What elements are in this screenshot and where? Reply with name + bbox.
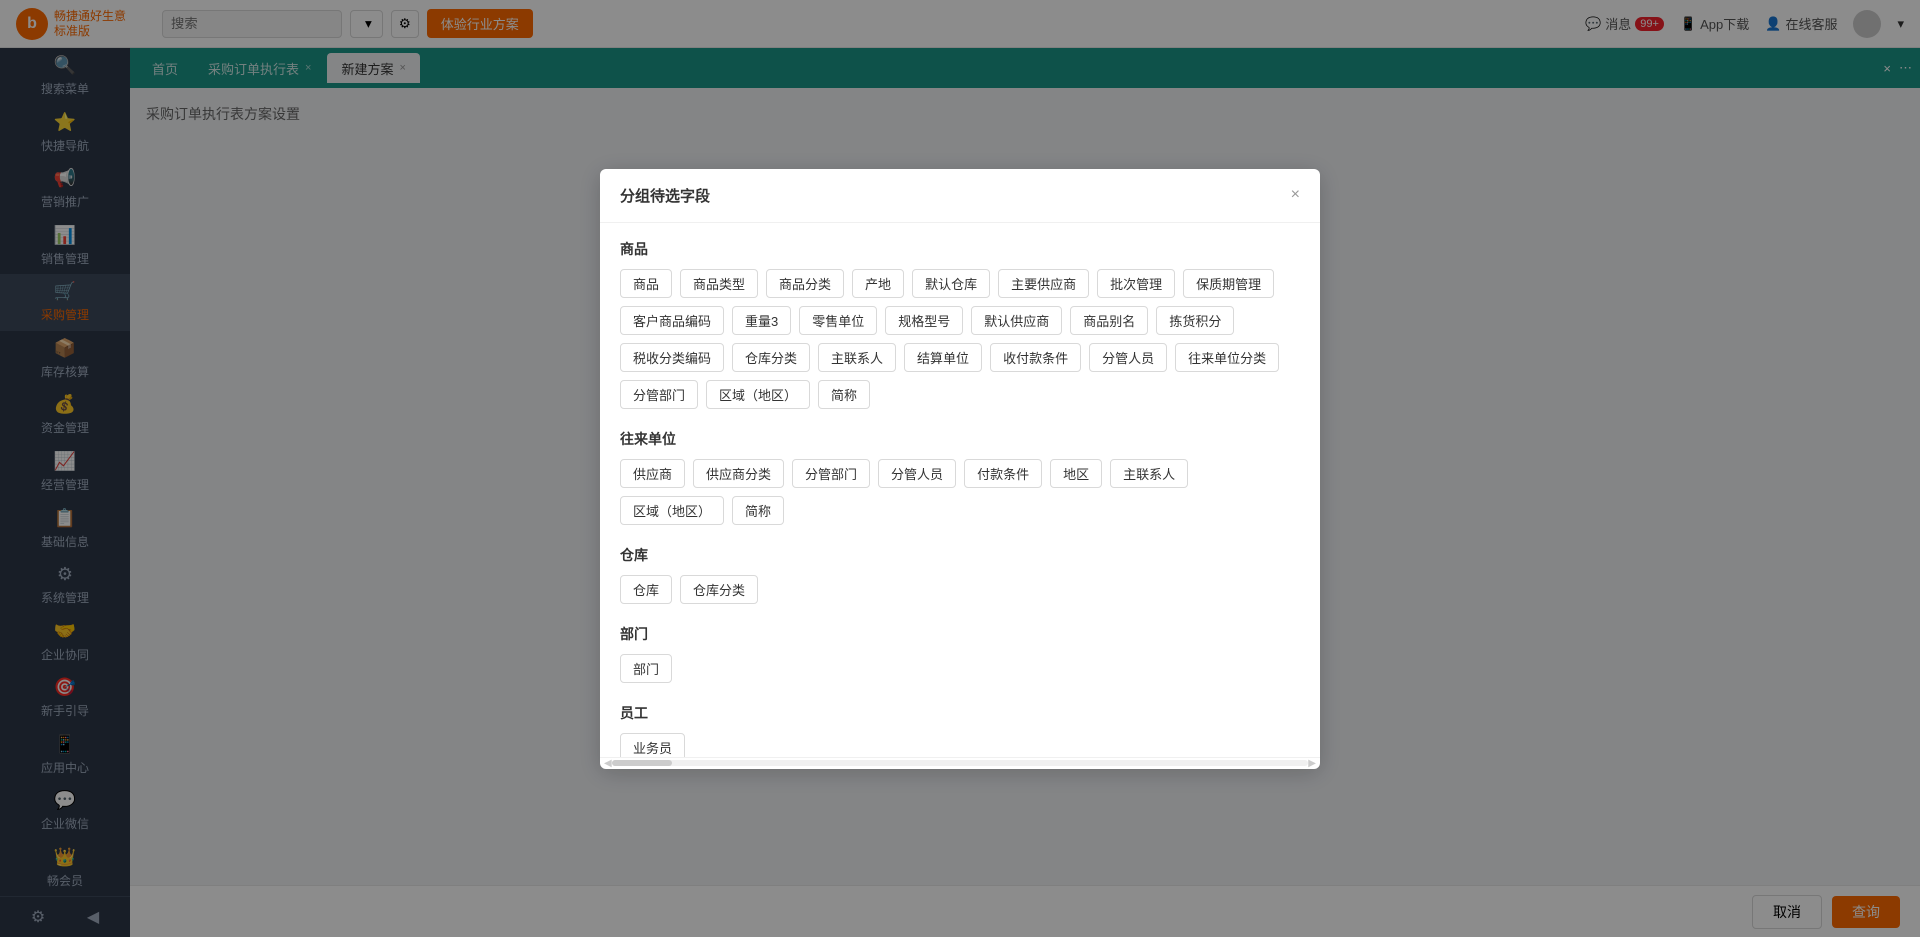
section-warehouse-title: 仓库 <box>620 545 1300 565</box>
field-payment-conditions[interactable]: 收付款条件 <box>990 343 1081 372</box>
field-dept[interactable]: 部门 <box>620 654 672 683</box>
field-retail-unit[interactable]: 零售单位 <box>799 306 877 335</box>
field-main-contact2[interactable]: 主联系人 <box>1110 459 1188 488</box>
field-product-type[interactable]: 商品类型 <box>680 269 758 298</box>
field-warehouse-category[interactable]: 仓库分类 <box>732 343 810 372</box>
field-product-category[interactable]: 商品分类 <box>766 269 844 298</box>
section-dept: 部门 部门 <box>620 624 1300 683</box>
scroll-right-arrow[interactable]: ▶ <box>1308 758 1316 769</box>
partner-fields: 供应商 供应商分类 分管部门 分管人员 付款条件 地区 主联系人 区域（地区） … <box>620 459 1300 525</box>
field-pick-points[interactable]: 拣货积分 <box>1156 306 1234 335</box>
section-partner-title: 往来单位 <box>620 429 1300 449</box>
field-tax-code[interactable]: 税收分类编码 <box>620 343 724 372</box>
field-product[interactable]: 商品 <box>620 269 672 298</box>
field-main-contact[interactable]: 主联系人 <box>818 343 896 372</box>
field-main-supplier[interactable]: 主要供应商 <box>998 269 1089 298</box>
modal-horizontal-scrollbar[interactable]: ◀ ▶ <box>600 757 1320 769</box>
field-settlement-unit[interactable]: 结算单位 <box>904 343 982 372</box>
field-supplier[interactable]: 供应商 <box>620 459 685 488</box>
field-payment-terms[interactable]: 付款条件 <box>964 459 1042 488</box>
section-employee: 员工 业务员 <box>620 703 1300 757</box>
modal-overlay: 分组待选字段 × 商品 商品 商品类型 商品分类 产地 默认仓库 主要供应商 批… <box>0 0 1920 937</box>
field-default-supplier[interactable]: 默认供应商 <box>971 306 1062 335</box>
scroll-left-arrow[interactable]: ◀ <box>604 758 612 769</box>
field-selection-modal: 分组待选字段 × 商品 商品 商品类型 商品分类 产地 默认仓库 主要供应商 批… <box>600 169 1320 769</box>
field-batch-management[interactable]: 批次管理 <box>1097 269 1175 298</box>
field-partner-category[interactable]: 往来单位分类 <box>1175 343 1279 372</box>
field-supplier-category[interactable]: 供应商分类 <box>693 459 784 488</box>
employee-fields: 业务员 <box>620 733 1300 757</box>
field-expiry-management[interactable]: 保质期管理 <box>1183 269 1274 298</box>
section-employee-title: 员工 <box>620 703 1300 723</box>
section-product: 商品 商品 商品类型 商品分类 产地 默认仓库 主要供应商 批次管理 保质期管理… <box>620 239 1300 409</box>
field-managed-dept[interactable]: 分管部门 <box>792 459 870 488</box>
field-abbreviation[interactable]: 简称 <box>818 380 870 409</box>
section-partner: 往来单位 供应商 供应商分类 分管部门 分管人员 付款条件 地区 主联系人 区域… <box>620 429 1300 525</box>
modal-body: 商品 商品 商品类型 商品分类 产地 默认仓库 主要供应商 批次管理 保质期管理… <box>600 223 1320 757</box>
product-fields: 商品 商品类型 商品分类 产地 默认仓库 主要供应商 批次管理 保质期管理 客户… <box>620 269 1300 409</box>
modal-title: 分组待选字段 <box>620 185 710 206</box>
field-spec-model[interactable]: 规格型号 <box>885 306 963 335</box>
field-customer-product-code[interactable]: 客户商品编码 <box>620 306 724 335</box>
field-managed-person[interactable]: 分管人员 <box>878 459 956 488</box>
section-product-title: 商品 <box>620 239 1300 259</box>
hscroll-track <box>612 760 1309 766</box>
hscroll-thumb[interactable] <box>612 760 672 766</box>
field-weight3[interactable]: 重量3 <box>732 306 791 335</box>
modal-header: 分组待选字段 × <box>600 169 1320 223</box>
modal-close-button[interactable]: × <box>1291 186 1300 204</box>
dept-fields: 部门 <box>620 654 1300 683</box>
field-origin[interactable]: 产地 <box>852 269 904 298</box>
field-area[interactable]: 地区 <box>1050 459 1102 488</box>
section-dept-title: 部门 <box>620 624 1300 644</box>
section-warehouse: 仓库 仓库 仓库分类 <box>620 545 1300 604</box>
field-product-alias[interactable]: 商品别名 <box>1070 306 1148 335</box>
field-default-warehouse[interactable]: 默认仓库 <box>912 269 990 298</box>
field-warehouse-cat[interactable]: 仓库分类 <box>680 575 758 604</box>
field-salesperson[interactable]: 业务员 <box>620 733 685 757</box>
field-manager[interactable]: 分管人员 <box>1089 343 1167 372</box>
field-warehouse[interactable]: 仓库 <box>620 575 672 604</box>
field-dept-managed[interactable]: 分管部门 <box>620 380 698 409</box>
warehouse-fields: 仓库 仓库分类 <box>620 575 1300 604</box>
field-abbr2[interactable]: 简称 <box>732 496 784 525</box>
field-region[interactable]: 区域（地区） <box>706 380 810 409</box>
field-region2[interactable]: 区域（地区） <box>620 496 724 525</box>
